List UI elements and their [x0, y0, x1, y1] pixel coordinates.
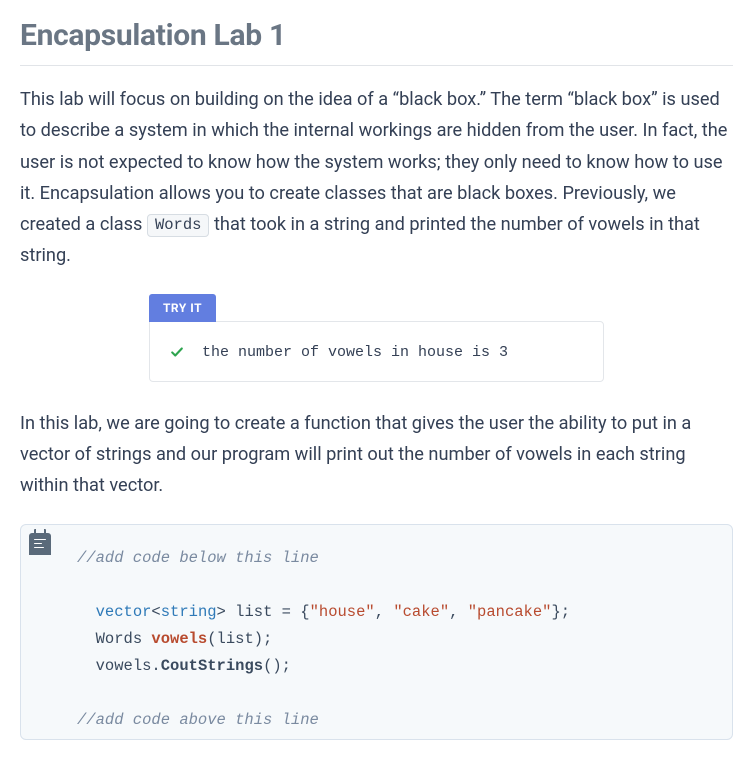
code-token: CoutStrings: [161, 657, 263, 675]
code-token: vowels.: [96, 657, 161, 675]
code-comment: //add code below this line: [77, 549, 319, 567]
page-title: Encapsulation Lab 1: [20, 18, 733, 53]
clipboard-icon[interactable]: [29, 533, 51, 555]
code-token: Words: [96, 630, 152, 648]
code-content: //add code below this line vector<string…: [77, 545, 712, 735]
try-it-container: TRY IT the number of vowels in house is …: [149, 294, 604, 382]
code-token: "cake": [393, 603, 449, 621]
code-token: ();: [263, 657, 291, 675]
code-token: "house": [310, 603, 375, 621]
paragraph-2: In this lab, we are going to create a fu…: [20, 408, 733, 502]
code-block: //add code below this line vector<string…: [20, 524, 733, 740]
code-token: };: [551, 603, 570, 621]
code-token: =: [282, 603, 291, 621]
code-token: ,: [449, 603, 468, 621]
code-token: {: [291, 603, 310, 621]
code-token: (list);: [207, 630, 272, 648]
intro-paragraph: This lab will focus on building on the i…: [20, 84, 733, 272]
code-token: >: [217, 603, 226, 621]
code-comment: //add code above this line: [77, 711, 319, 729]
try-it-button[interactable]: TRY IT: [149, 294, 216, 322]
check-icon: [170, 345, 184, 359]
inline-code-words: Words: [147, 214, 210, 237]
code-token: list: [226, 603, 282, 621]
try-it-output-text: the number of vowels in house is 3: [202, 344, 508, 361]
code-token: <: [151, 603, 160, 621]
code-token: ,: [375, 603, 394, 621]
code-token: vector: [96, 603, 152, 621]
try-it-output-panel: the number of vowels in house is 3: [149, 321, 604, 382]
divider: [20, 65, 733, 66]
code-token: string: [161, 603, 217, 621]
code-token: vowels: [151, 630, 207, 648]
code-token: "pancake": [468, 603, 552, 621]
